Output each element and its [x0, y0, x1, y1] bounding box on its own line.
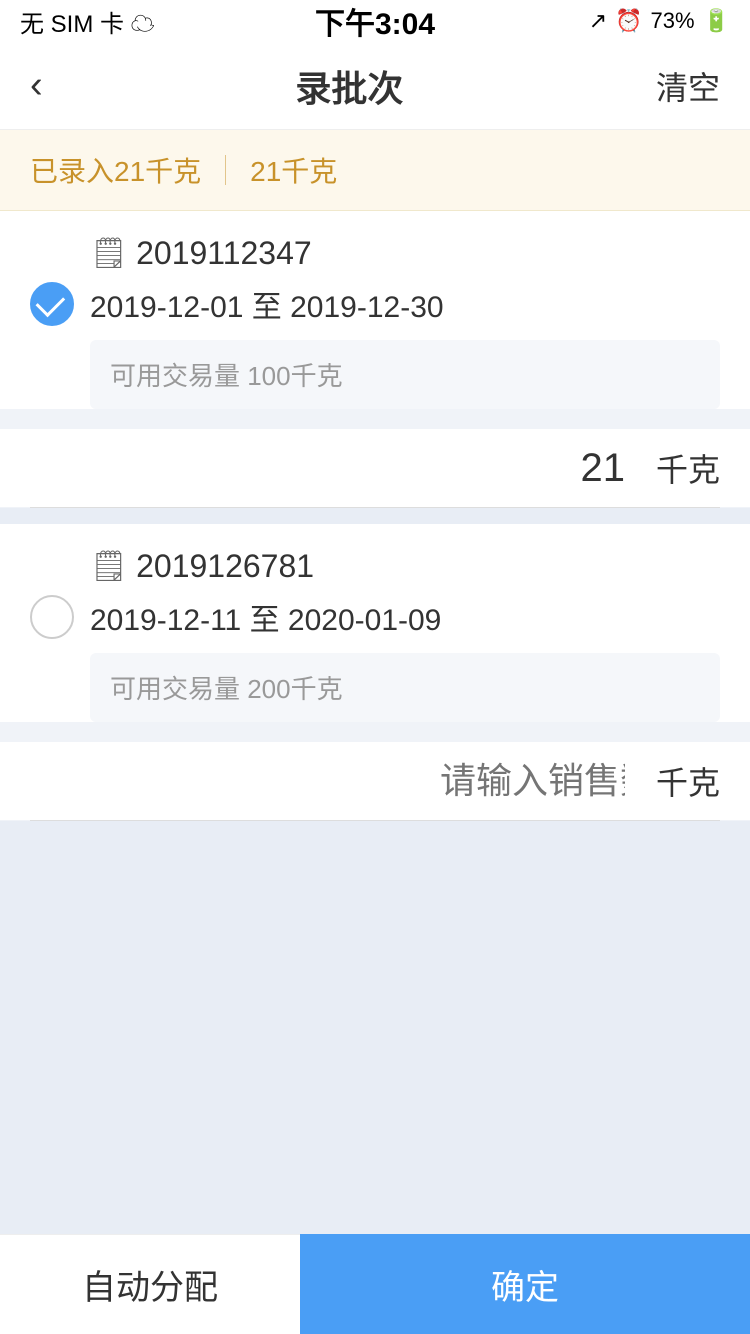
location-icon: ↗ — [589, 8, 607, 34]
alarm-icon: ⏰ — [615, 8, 642, 34]
batch-id-2: 2019126781 — [136, 548, 314, 585]
batch-avail-2: 可用交易量 200千克 — [110, 674, 343, 704]
batch-id-row-2: 🗒 2019126781 — [30, 548, 720, 585]
section-divider — [0, 508, 750, 524]
auto-distribute-button[interactable]: 自动分配 — [0, 1234, 300, 1334]
summary-divider — [225, 155, 226, 185]
summary-label: 已录入21千克 — [30, 150, 201, 190]
bottom-bar: 自动分配 确定 — [0, 1234, 750, 1334]
batch-radio-1[interactable] — [30, 282, 74, 326]
sim-status: 无 SIM 卡 ☁ — [20, 4, 155, 39]
batch-avail-row-1: 可用交易量 100千克 — [90, 340, 720, 409]
status-left: 无 SIM 卡 ☁ — [20, 4, 155, 39]
page-title: 录批次 — [295, 60, 403, 112]
empty-area — [0, 821, 750, 1261]
status-right: ↗ ⏰ 73% 🔋 — [589, 8, 730, 34]
summary-value: 21千克 — [250, 150, 337, 190]
nav-bar: ‹ 录批次 清空 — [0, 42, 750, 130]
quantity-unit-2: 千克 — [656, 758, 720, 804]
battery-icon: 🔋 — [703, 8, 730, 34]
batch-date-2: 2019-12-11 至 2020-01-09 — [90, 595, 441, 639]
batch-item-1: 🗒 2019112347 2019-12-01 至 2019-12-30 可用交… — [0, 211, 750, 409]
batch-avail-row-2: 可用交易量 200千克 — [90, 653, 720, 722]
status-bar: 无 SIM 卡 ☁ 下午3:04 ↗ ⏰ 73% 🔋 — [0, 0, 750, 42]
batch-id-row-1: 🗒 2019112347 — [30, 235, 720, 272]
battery-text: 73% — [651, 8, 695, 34]
quantity-input-1[interactable] — [440, 446, 640, 491]
batch-date-row-1[interactable]: 2019-12-01 至 2019-12-30 — [30, 282, 720, 326]
batch-radio-2[interactable] — [30, 595, 74, 639]
batch-doc-icon-2: 🗒 — [90, 549, 128, 584]
confirm-button[interactable]: 确定 — [300, 1234, 750, 1334]
quantity-input-2[interactable] — [440, 760, 640, 802]
batch-item-2: 🗒 2019126781 2019-12-11 至 2020-01-09 可用交… — [0, 524, 750, 722]
batch-date-1: 2019-12-01 至 2019-12-30 — [90, 282, 444, 326]
quantity-row-1: 千克 — [0, 429, 750, 507]
batch-date-row-2[interactable]: 2019-12-11 至 2020-01-09 — [30, 595, 720, 639]
summary-banner: 已录入21千克 21千克 — [0, 130, 750, 211]
quantity-unit-1: 千克 — [656, 445, 720, 491]
status-time: 下午3:04 — [315, 0, 435, 43]
clear-button[interactable]: 清空 — [656, 63, 720, 109]
batch-doc-icon-1: 🗒 — [90, 236, 128, 271]
batch-id-1: 2019112347 — [136, 235, 312, 272]
quantity-row-2: 千克 — [0, 742, 750, 820]
back-button[interactable]: ‹ — [30, 64, 43, 107]
batch-avail-1: 可用交易量 100千克 — [110, 361, 343, 391]
